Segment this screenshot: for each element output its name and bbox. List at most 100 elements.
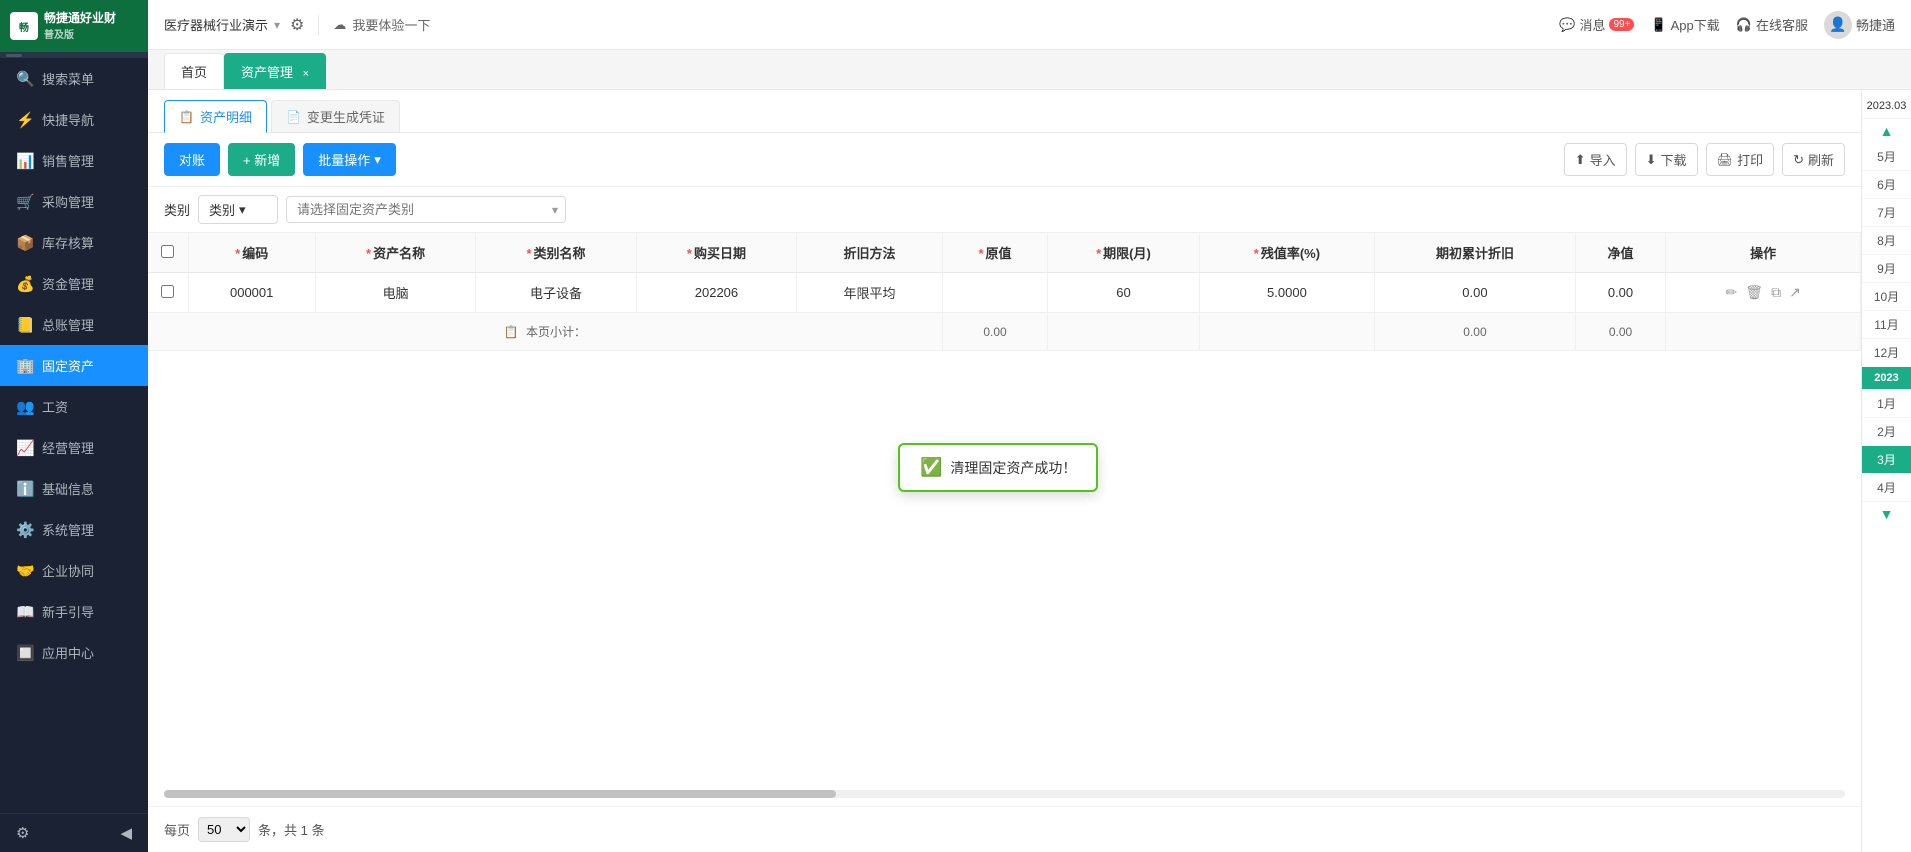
subtab-change-voucher[interactable]: 📄 变更生成凭证 [271, 100, 400, 132]
online-service-btn[interactable]: 🎧 在线客服 [1736, 15, 1808, 34]
sidebar-item-basic-info[interactable]: ℹ️ 基础信息 [0, 468, 148, 509]
panel-down-arrow-icon[interactable]: ▼ [1880, 506, 1894, 522]
month-1[interactable]: 1月 [1862, 390, 1911, 418]
messages-btn[interactable]: 💬 消息 99+ [1559, 15, 1634, 34]
messages-icon: 💬 [1559, 17, 1575, 33]
import-icon: ⬆ [1575, 152, 1586, 168]
main-content: 医疗器械行业演示 ▾ ⚙ ☁ 我要体验一下 💬 消息 99+ 📱 App下载 🎧… [148, 0, 1911, 852]
print-icon: 🖨 [1717, 152, 1734, 168]
month-9[interactable]: 9月 [1862, 255, 1911, 283]
sidebar-item-inventory-label: 库存核算 [42, 233, 94, 252]
app-title-group: 畅捷通好业财 普及版 [44, 11, 116, 42]
more-icon[interactable]: ↗ [1789, 284, 1801, 301]
toolbar: 对账 + 新增 批量操作 ▾ ⬆ 导入 ⬇ 下载 [148, 133, 1861, 187]
month-12[interactable]: 12月 [1862, 339, 1911, 367]
user-profile[interactable]: 👤 畅捷通 [1824, 11, 1895, 39]
settings-icon[interactable]: ⚙ [16, 824, 29, 842]
sidebar-item-purchase[interactable]: 🛒 采购管理 [0, 181, 148, 222]
topbar: 医疗器械行业演示 ▾ ⚙ ☁ 我要体验一下 💬 消息 99+ 📱 App下载 🎧… [148, 0, 1911, 50]
copy-icon[interactable]: ⧉ [1771, 284, 1781, 301]
sidebar-item-operations[interactable]: 📈 经营管理 [0, 427, 148, 468]
refresh-button[interactable]: ↻ 刷新 [1782, 143, 1845, 176]
subtotal-row: 📋 本页小计： 0.00 0.00 0.00 [148, 313, 1861, 351]
month-10[interactable]: 10月 [1862, 283, 1911, 311]
month-6[interactable]: 6月 [1862, 171, 1911, 199]
sidebar-item-search[interactable]: 🔍 搜索菜单 [0, 58, 148, 99]
sidebar-item-apps-label: 应用中心 [42, 643, 94, 662]
ledger-icon: 📒 [16, 316, 34, 334]
row-actions-cell: ✏ 🗑 ⧉ ↗ [1666, 273, 1861, 313]
month-3-current[interactable]: 3月 [1862, 446, 1911, 474]
batch-button[interactable]: 批量操作 ▾ [303, 143, 396, 176]
print-button[interactable]: 🖨 打印 [1706, 143, 1775, 176]
panel-bottom-arrows: ▼ [1880, 502, 1894, 526]
toast-success-icon: ✅ [920, 457, 942, 478]
per-page-select[interactable]: 50 100 [198, 817, 250, 842]
reconcile-button[interactable]: 对账 [164, 143, 220, 176]
sidebar-item-funds-label: 资金管理 [42, 274, 94, 293]
funds-icon: 💰 [16, 275, 34, 293]
sidebar-item-quicknav-label: 快捷导航 [42, 110, 94, 129]
new-button[interactable]: + 新增 [228, 143, 295, 176]
month-5[interactable]: 5月 [1862, 143, 1911, 171]
download-button[interactable]: ⬇ 下载 [1635, 143, 1698, 176]
horizontal-scrollbar[interactable] [164, 790, 1845, 798]
user-name: 畅捷通 [1856, 15, 1895, 34]
month-4[interactable]: 4月 [1862, 474, 1911, 502]
app-download-btn[interactable]: 📱 App下载 [1650, 15, 1719, 34]
tab-close-icon[interactable]: × [303, 68, 309, 80]
collapse-icon[interactable]: ◀ [120, 824, 132, 842]
subtotal-icon: 📋 [504, 325, 519, 339]
sidebar-item-fixed-assets[interactable]: 🏢 固定资产 [0, 345, 148, 386]
edit-icon[interactable]: ✏ [1726, 284, 1738, 301]
select-all-checkbox[interactable] [161, 245, 174, 258]
sales-icon: 📊 [16, 152, 34, 170]
sidebar-item-enterprise[interactable]: 🤝 企业协同 [0, 550, 148, 591]
experience-cloud-icon: ☁ [333, 17, 346, 33]
sidebar-item-ledger[interactable]: 📒 总账管理 [0, 304, 148, 345]
month-11[interactable]: 11月 [1862, 311, 1911, 339]
tabbar: 首页 资产管理 × [148, 50, 1911, 90]
row-checkbox-cell [148, 273, 188, 313]
row-name: 电脑 [315, 273, 475, 313]
sidebar-item-funds[interactable]: 💰 资金管理 [0, 263, 148, 304]
panel-up-arrow-icon[interactable]: ▲ [1880, 123, 1894, 139]
category-search-input[interactable] [286, 196, 566, 223]
inventory-icon: 📦 [16, 234, 34, 252]
tab-home[interactable]: 首页 [164, 53, 224, 89]
delete-icon[interactable]: 🗑 [1745, 284, 1763, 301]
scrollbar-thumb [164, 790, 836, 798]
tab-asset-management[interactable]: 资产管理 × [224, 53, 326, 89]
col-initial-accum: 期初累计折旧 [1375, 233, 1575, 273]
sidebar-item-guide[interactable]: 📖 新手引导 [0, 591, 148, 632]
subtab-asset-detail[interactable]: 📋 资产明细 [164, 100, 267, 133]
sidebar-item-quicknav[interactable]: ⚡ 快捷导航 [0, 99, 148, 140]
sidebar-item-system[interactable]: ⚙️ 系统管理 [0, 509, 148, 550]
sidebar-item-inventory[interactable]: 📦 库存核算 [0, 222, 148, 263]
pagination-bar: 每页 50 100 条，共 1 条 [148, 806, 1861, 852]
sidebar-item-payroll[interactable]: 👥 工资 [0, 386, 148, 427]
sidebar-item-fixed-assets-label: 固定资产 [42, 356, 94, 375]
sidebar-item-purchase-label: 采购管理 [42, 192, 94, 211]
apps-icon: 🔲 [16, 644, 34, 662]
row-category: 电子设备 [476, 273, 636, 313]
sidebar-item-apps[interactable]: 🔲 应用中心 [0, 632, 148, 673]
batch-label: 批量操作 [318, 150, 370, 169]
settings-gear-icon[interactable]: ⚙ [290, 15, 304, 35]
experience-btn[interactable]: ☁ 我要体验一下 [333, 15, 430, 34]
category-filter-select[interactable]: 类别 ▾ [198, 195, 278, 224]
sidebar-item-operations-label: 经营管理 [42, 438, 94, 457]
subtotal-label-cell: 📋 本页小计： [148, 313, 942, 351]
month-2[interactable]: 2月 [1862, 418, 1911, 446]
sidebar-item-sales[interactable]: 📊 销售管理 [0, 140, 148, 181]
right-panel: 2023.03 ▲ 5月 6月 7月 8月 9月 10月 11月 12月 202… [1861, 90, 1911, 852]
row-checkbox[interactable] [161, 285, 174, 298]
month-8[interactable]: 8月 [1862, 227, 1911, 255]
year-2023[interactable]: 2023 [1862, 367, 1911, 390]
month-7[interactable]: 7月 [1862, 199, 1911, 227]
category-select-chevron-icon: ▾ [239, 202, 246, 218]
row-original-value [942, 273, 1048, 313]
total-label: 条，共 1 条 [258, 820, 324, 839]
subtab-change-voucher-icon: 📄 [286, 110, 301, 124]
import-button[interactable]: ⬆ 导入 [1564, 143, 1627, 176]
